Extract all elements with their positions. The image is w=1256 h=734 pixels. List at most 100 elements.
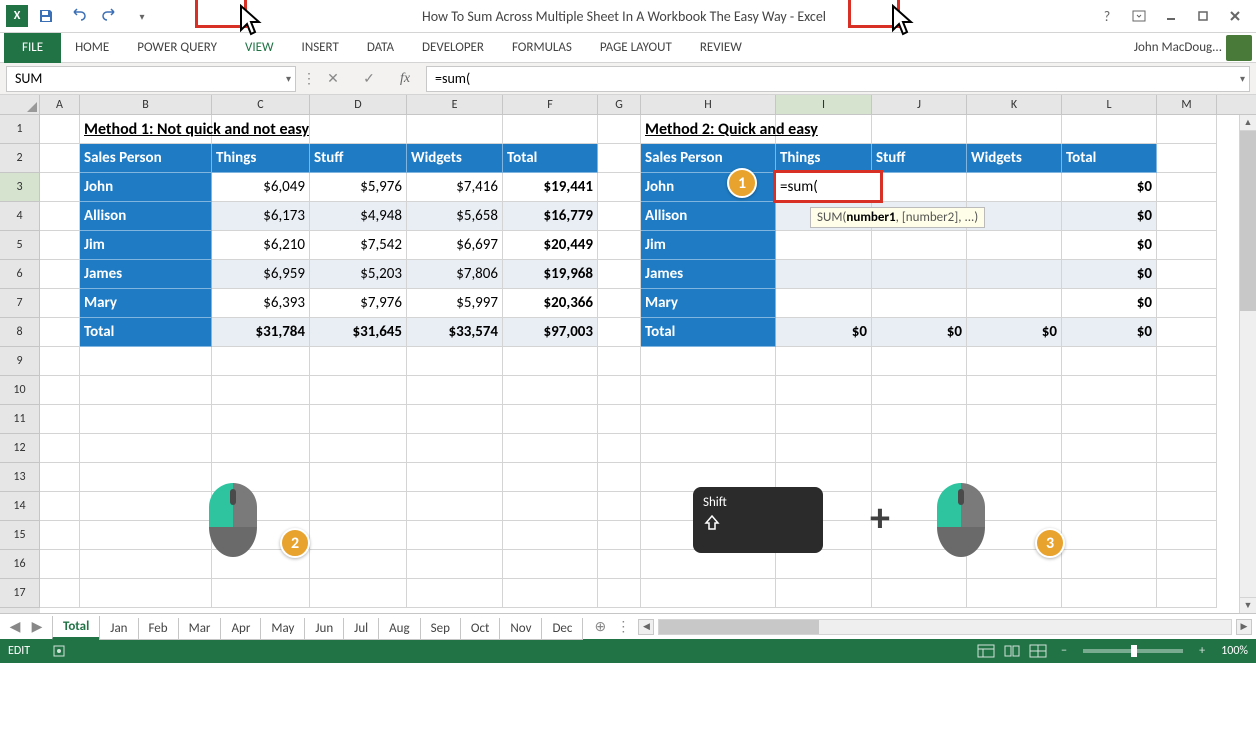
formula-input[interactable]: =sum( ▾ — [426, 66, 1250, 92]
cell[interactable] — [407, 521, 503, 550]
cell[interactable]: $6,393 — [212, 289, 310, 318]
row-header[interactable]: 5 — [0, 231, 40, 260]
sheet-tab-sep[interactable]: Sep — [420, 618, 461, 640]
cell[interactable] — [776, 376, 872, 405]
cell[interactable] — [40, 550, 80, 579]
cell[interactable] — [503, 579, 598, 608]
cell[interactable]: $20,366 — [503, 289, 598, 318]
page-layout-view-button[interactable] — [999, 641, 1025, 661]
cell[interactable] — [212, 405, 310, 434]
cell[interactable] — [776, 260, 872, 289]
cell[interactable] — [1157, 521, 1217, 550]
row-header[interactable]: 10 — [0, 376, 40, 405]
cell[interactable] — [1157, 405, 1217, 434]
cell[interactable]: $0 — [776, 318, 872, 347]
cell[interactable] — [1062, 579, 1157, 608]
sheet-tab-nov[interactable]: Nov — [499, 618, 542, 640]
cell[interactable]: Mary — [641, 289, 776, 318]
cell[interactable] — [40, 231, 80, 260]
column-header[interactable]: H — [641, 95, 776, 114]
cell[interactable] — [80, 521, 212, 550]
column-header[interactable]: G — [598, 95, 641, 114]
sheet-tab-jun[interactable]: Jun — [304, 618, 344, 640]
cell[interactable] — [1157, 492, 1217, 521]
cell[interactable]: $7,416 — [407, 173, 503, 202]
cell[interactable] — [872, 347, 967, 376]
cell[interactable] — [310, 550, 407, 579]
cell[interactable] — [310, 376, 407, 405]
column-header[interactable]: M — [1157, 95, 1217, 114]
zoom-out-button[interactable]: − — [1051, 641, 1077, 661]
sheet-tab-may[interactable]: May — [260, 618, 305, 640]
cell[interactable] — [40, 173, 80, 202]
cell[interactable] — [1062, 115, 1157, 144]
cell[interactable]: Total — [641, 318, 776, 347]
cell[interactable]: $0 — [1062, 202, 1157, 231]
column-header[interactable]: K — [967, 95, 1062, 114]
cell[interactable] — [1062, 376, 1157, 405]
name-box-dropdown-icon[interactable]: ▾ — [286, 72, 291, 85]
cell[interactable] — [80, 550, 212, 579]
cell[interactable] — [1157, 231, 1217, 260]
cell[interactable] — [967, 579, 1062, 608]
cell[interactable] — [776, 434, 872, 463]
cell[interactable]: $33,574 — [407, 318, 503, 347]
cell[interactable] — [1157, 579, 1217, 608]
column-header[interactable]: D — [310, 95, 407, 114]
cell[interactable]: $0 — [1062, 289, 1157, 318]
cell[interactable] — [641, 550, 776, 579]
scroll-left-button[interactable]: ◀ — [638, 619, 654, 635]
column-header[interactable]: F — [503, 95, 598, 114]
cell[interactable] — [503, 405, 598, 434]
cell[interactable] — [310, 463, 407, 492]
save-button[interactable] — [32, 3, 60, 29]
cell[interactable] — [40, 260, 80, 289]
cell[interactable] — [212, 376, 310, 405]
close-button[interactable] — [1220, 4, 1250, 28]
cell[interactable]: $5,658 — [407, 202, 503, 231]
cell[interactable] — [310, 492, 407, 521]
cell[interactable]: $31,645 — [310, 318, 407, 347]
row-header[interactable]: 7 — [0, 289, 40, 318]
cell[interactable] — [40, 376, 80, 405]
cell[interactable]: $0 — [1062, 231, 1157, 260]
ribbon-tab-data[interactable]: DATA — [353, 33, 408, 63]
column-header[interactable]: J — [872, 95, 967, 114]
cell[interactable] — [1062, 550, 1157, 579]
cell[interactable] — [503, 115, 598, 144]
row-header[interactable]: 4 — [0, 202, 40, 231]
cell[interactable] — [407, 115, 503, 144]
cell[interactable]: $7,806 — [407, 260, 503, 289]
page-break-view-button[interactable] — [1025, 641, 1051, 661]
cell[interactable]: $6,173 — [212, 202, 310, 231]
sheet-tab-mar[interactable]: Mar — [178, 618, 222, 640]
cell[interactable] — [1157, 260, 1217, 289]
cell[interactable] — [598, 289, 641, 318]
cell[interactable]: $19,968 — [503, 260, 598, 289]
row-header[interactable]: 17 — [0, 579, 40, 608]
cell[interactable] — [598, 173, 641, 202]
cell[interactable] — [641, 405, 776, 434]
select-all-corner[interactable] — [0, 95, 40, 114]
sheet-tab-total[interactable]: Total — [52, 616, 100, 640]
cell[interactable] — [967, 405, 1062, 434]
cell[interactable] — [598, 347, 641, 376]
vertical-scroll-thumb[interactable] — [1240, 131, 1256, 311]
cell[interactable] — [776, 115, 872, 144]
cell[interactable]: Allison — [641, 202, 776, 231]
sheet-tab-dec[interactable]: Dec — [541, 618, 583, 640]
column-header[interactable]: C — [212, 95, 310, 114]
cell[interactable] — [310, 579, 407, 608]
cell[interactable] — [1062, 521, 1157, 550]
row-header[interactable]: 9 — [0, 347, 40, 376]
cell[interactable] — [776, 231, 872, 260]
cell[interactable] — [310, 347, 407, 376]
cell[interactable] — [641, 347, 776, 376]
sheet-tab-oct[interactable]: Oct — [460, 618, 500, 640]
column-header[interactable]: I — [776, 95, 872, 114]
column-header[interactable]: B — [80, 95, 212, 114]
formula-expand-icon[interactable]: ▾ — [1240, 72, 1245, 85]
cell[interactable] — [598, 231, 641, 260]
cell[interactable]: Jim — [80, 231, 212, 260]
cell[interactable]: Sales Person — [80, 144, 212, 173]
